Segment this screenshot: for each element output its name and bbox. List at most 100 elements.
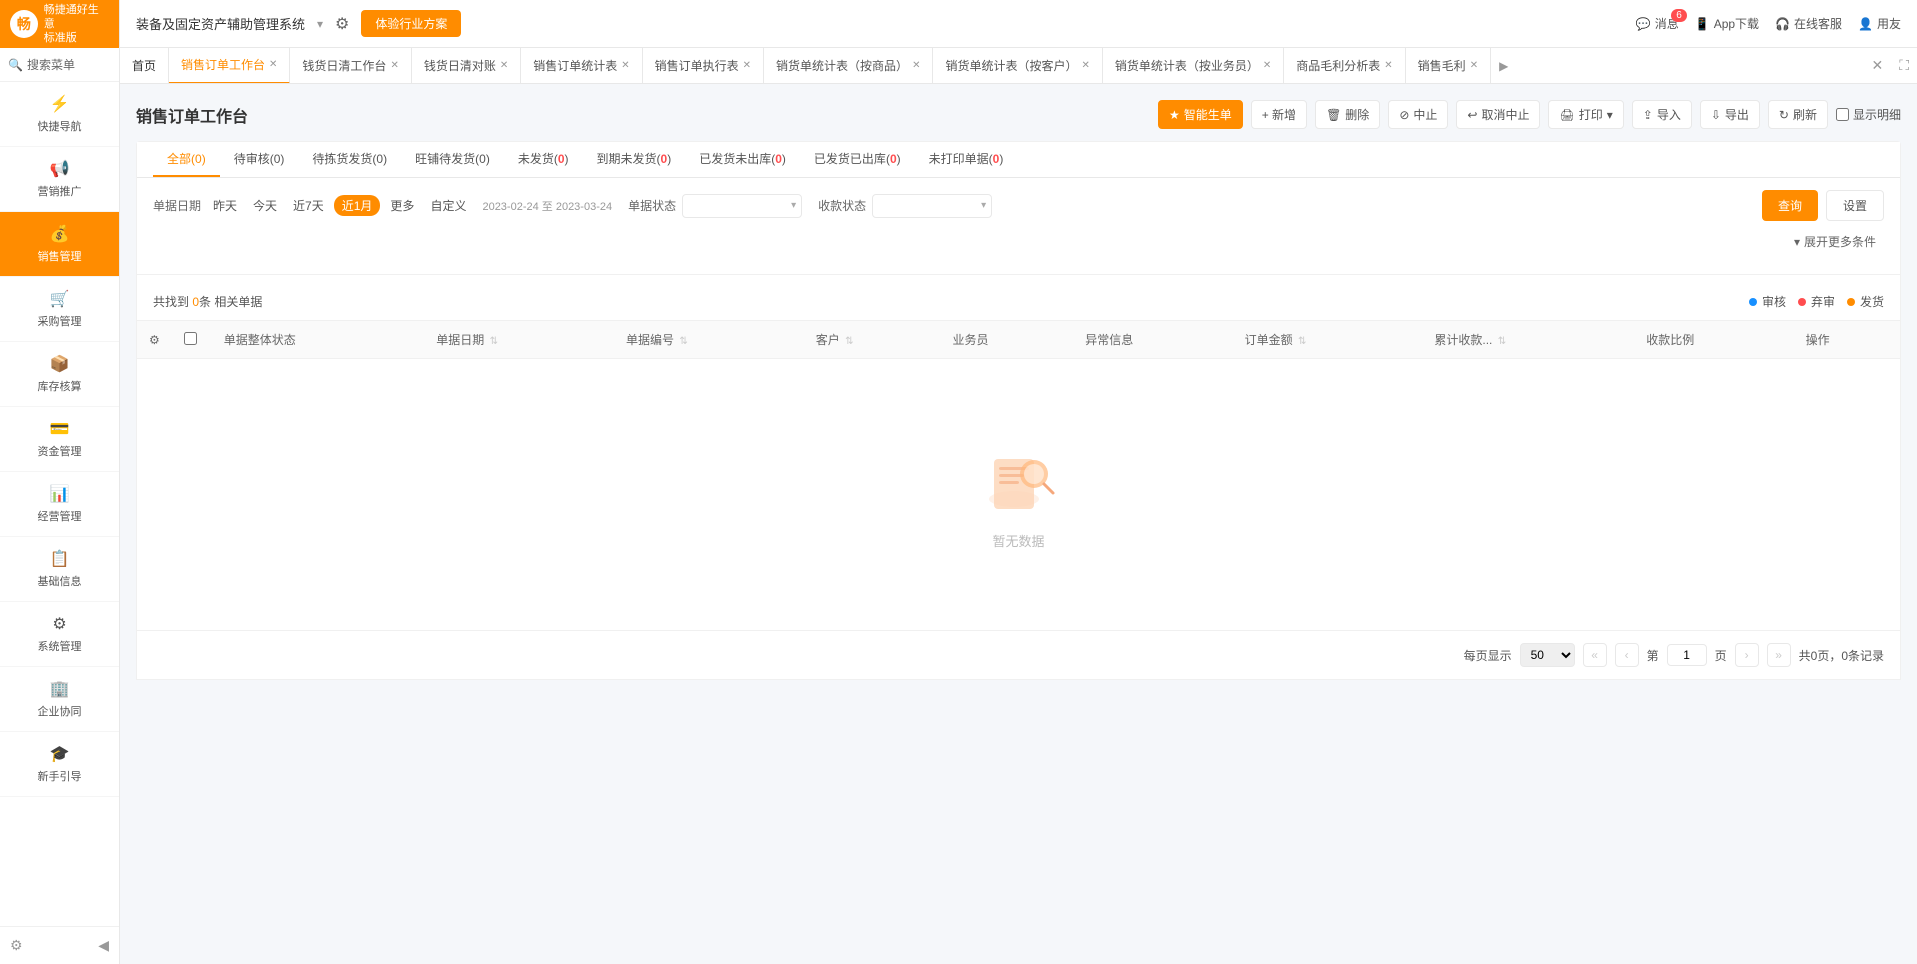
tab-sales-stats[interactable]: 销售订单统计表 ✕ bbox=[521, 48, 642, 84]
date-opt-1month[interactable]: 近1月 bbox=[334, 195, 381, 216]
last-page-btn[interactable]: » bbox=[1767, 643, 1791, 667]
sidebar-item-sales[interactable]: 💰 销售管理 bbox=[0, 212, 119, 277]
first-page-btn[interactable]: « bbox=[1583, 643, 1607, 667]
col-amount[interactable]: 订单金额 ⇅ bbox=[1233, 321, 1423, 359]
tab-cash-reconcile[interactable]: 钱货日清对账 ✕ bbox=[412, 48, 521, 84]
sidebar-item-operations[interactable]: 📊 经营管理 bbox=[0, 472, 119, 537]
message-btn[interactable]: 💬 消息 6 bbox=[1636, 15, 1679, 32]
tab-close-shipment-staff[interactable]: ✕ bbox=[1263, 60, 1271, 71]
tab-close-sales-profit[interactable]: ✕ bbox=[1470, 60, 1478, 71]
tab-close-shipment-product[interactable]: ✕ bbox=[912, 60, 920, 71]
col-customer[interactable]: 客户 ⇅ bbox=[804, 321, 941, 359]
sidebar-nav: ⚡ 快捷导航 📢 营销推广 💰 销售管理 🛒 采购管理 📦 库存核算 💳 资金管… bbox=[0, 82, 119, 926]
sidebar-item-inventory[interactable]: 📦 库存核算 bbox=[0, 342, 119, 407]
col-doc-no[interactable]: 单据编号 ⇅ bbox=[614, 321, 804, 359]
page-size-select[interactable]: 50 10 20 100 bbox=[1520, 643, 1575, 667]
smart-create-btn[interactable]: ★ 智能生单 bbox=[1158, 100, 1243, 129]
sidebar-item-quick-nav[interactable]: ⚡ 快捷导航 bbox=[0, 82, 119, 147]
tabs-more-btn[interactable]: ▶ bbox=[1491, 59, 1516, 73]
filter-expand-btn[interactable]: ▾ 展开更多条件 bbox=[1786, 229, 1884, 254]
show-detail-checkbox-wrap[interactable]: 显示明细 bbox=[1836, 106, 1901, 123]
tab-action-close-others[interactable]: ✕ bbox=[1863, 48, 1891, 84]
subtab-shipped-out[interactable]: 已发货已出库(0) bbox=[800, 142, 915, 177]
tab-close-sales-stats[interactable]: ✕ bbox=[621, 60, 629, 71]
date-opt-yesterday[interactable]: 昨天 bbox=[207, 195, 243, 216]
app-download-btn[interactable]: 📱 App下载 bbox=[1695, 15, 1759, 32]
date-opt-7days[interactable]: 近7天 bbox=[287, 195, 330, 216]
tab-close-cash-daily[interactable]: ✕ bbox=[390, 60, 398, 71]
next-page-btn[interactable]: › bbox=[1735, 643, 1759, 667]
online-service-btn[interactable]: 🎧 在线客服 bbox=[1775, 15, 1842, 32]
tab-sales-order-workbench[interactable]: 销售订单工作台 ✕ bbox=[169, 48, 290, 84]
filter-payment-select[interactable] bbox=[872, 194, 992, 218]
add-btn[interactable]: + 新增 bbox=[1251, 100, 1307, 129]
tab-sales-exec[interactable]: 销售订单执行表 ✕ bbox=[643, 48, 764, 84]
show-detail-checkbox[interactable] bbox=[1836, 108, 1849, 121]
print-btn[interactable]: 🖨 打印 ▾ bbox=[1548, 100, 1623, 129]
tab-shipment-stats-staff[interactable]: 销货单统计表（按业务员） ✕ bbox=[1103, 48, 1284, 84]
sidebar-item-basic-info[interactable]: 📋 基础信息 bbox=[0, 537, 119, 602]
sidebar-item-purchase[interactable]: 🛒 采购管理 bbox=[0, 277, 119, 342]
unaudit-action[interactable]: 弃审 bbox=[1798, 293, 1835, 310]
col-doc-date[interactable]: 单据日期 ⇅ bbox=[424, 321, 614, 359]
solution-btn[interactable]: 体验行业方案 bbox=[361, 10, 461, 37]
page-toolbar: ★ 智能生单 + 新增 🗑 删除 ⊘ 中止 ↩ 取消中止 bbox=[1158, 100, 1901, 129]
sidebar-item-marketing[interactable]: 📢 营销推广 bbox=[0, 147, 119, 212]
print-icon: 🖨 bbox=[1559, 108, 1574, 122]
select-all-checkbox[interactable] bbox=[184, 332, 197, 345]
tab-cash-daily[interactable]: 钱货日清工作台 ✕ bbox=[290, 48, 411, 84]
query-btn[interactable]: 查询 bbox=[1762, 190, 1818, 221]
sidebar-item-enterprise[interactable]: 🏢 企业协同 bbox=[0, 667, 119, 732]
tab-close-cash-reconcile[interactable]: ✕ bbox=[500, 60, 508, 71]
tab-margin-analysis[interactable]: 商品毛利分析表 ✕ bbox=[1284, 48, 1405, 84]
delete-btn[interactable]: 🗑 删除 bbox=[1315, 100, 1380, 129]
filter-status-select[interactable] bbox=[682, 194, 802, 218]
table-header-row: ⚙ 单据整体状态 单据日期 bbox=[137, 321, 1900, 359]
export-btn[interactable]: ⇩ 导出 bbox=[1700, 100, 1760, 129]
user-menu-btn[interactable]: 👤 用友 bbox=[1858, 15, 1901, 32]
subtab-all[interactable]: 全部(0) bbox=[153, 142, 220, 177]
col-received[interactable]: 累计收款... ⇅ bbox=[1422, 321, 1634, 359]
tab-home[interactable]: 首页 bbox=[120, 48, 169, 84]
sidebar-item-guide[interactable]: 🎓 新手引导 bbox=[0, 732, 119, 797]
tab-action-maximize[interactable]: ⛶ bbox=[1891, 48, 1917, 84]
audit-action[interactable]: 审核 bbox=[1749, 293, 1786, 310]
refresh-btn[interactable]: ↻ 刷新 bbox=[1768, 100, 1828, 129]
subtab-not-shipped[interactable]: 未发货(0) bbox=[504, 142, 583, 177]
sidebar-item-system[interactable]: ⚙ 系统管理 bbox=[0, 602, 119, 667]
prev-page-btn[interactable]: ‹ bbox=[1615, 643, 1639, 667]
topbar-settings-icon[interactable]: ⚙ bbox=[335, 14, 349, 34]
date-opt-more[interactable]: 更多 bbox=[384, 195, 420, 216]
subtab-pending-receive[interactable]: 待拣货发货(0) bbox=[298, 142, 401, 177]
cancel-suspend-btn[interactable]: ↩ 取消中止 bbox=[1456, 100, 1540, 129]
suspend-btn[interactable]: ⊘ 中止 bbox=[1388, 100, 1448, 129]
import-btn[interactable]: ⇪ 导入 bbox=[1632, 100, 1692, 129]
sidebar-item-finance[interactable]: 💳 资金管理 bbox=[0, 407, 119, 472]
tab-close-sales-exec[interactable]: ✕ bbox=[743, 60, 751, 71]
tab-shipment-stats-customer[interactable]: 销货单统计表（按客户） ✕ bbox=[933, 48, 1102, 84]
setting-btn[interactable]: 设置 bbox=[1826, 190, 1884, 221]
subtab-pending-review[interactable]: 待审核(0) bbox=[220, 142, 299, 177]
subtab-shipped-not-out[interactable]: 已发货未出库(0) bbox=[685, 142, 800, 177]
sidebar-settings-btn[interactable]: ⚙ bbox=[10, 937, 23, 954]
tab-close-shipment-customer[interactable]: ✕ bbox=[1081, 60, 1089, 71]
tab-close-sales-order[interactable]: ✕ bbox=[269, 59, 277, 70]
sidebar-collapse-btn[interactable]: ◀ bbox=[98, 937, 109, 954]
subtab-expired-not-shipped[interactable]: 到期未发货(0) bbox=[583, 142, 686, 177]
message-icon: 💬 bbox=[1636, 17, 1651, 31]
ship-action[interactable]: 发货 bbox=[1847, 293, 1884, 310]
tab-close-margin[interactable]: ✕ bbox=[1384, 60, 1392, 71]
tab-shipment-stats-product[interactable]: 销货单统计表（按商品） ✕ bbox=[764, 48, 933, 84]
date-opt-custom[interactable]: 自定义 bbox=[424, 195, 472, 216]
export-icon: ⇩ bbox=[1711, 108, 1721, 122]
subtab-wangpu-pending[interactable]: 旺铺待发货(0) bbox=[401, 142, 504, 177]
column-settings-icon[interactable]: ⚙ bbox=[149, 333, 160, 347]
tab-sales-profit[interactable]: 销售毛利 ✕ bbox=[1406, 48, 1491, 84]
topbar-dropdown-icon[interactable]: ▾ bbox=[317, 17, 323, 31]
sidebar-search[interactable]: 🔍 搜索菜单 bbox=[0, 48, 119, 82]
page-input[interactable] bbox=[1667, 644, 1707, 666]
expand-icon: ▾ bbox=[1794, 235, 1800, 249]
guide-icon: 🎓 bbox=[50, 744, 70, 764]
date-opt-today[interactable]: 今天 bbox=[247, 195, 283, 216]
subtab-not-printed[interactable]: 未打印单据(0) bbox=[915, 142, 1018, 177]
